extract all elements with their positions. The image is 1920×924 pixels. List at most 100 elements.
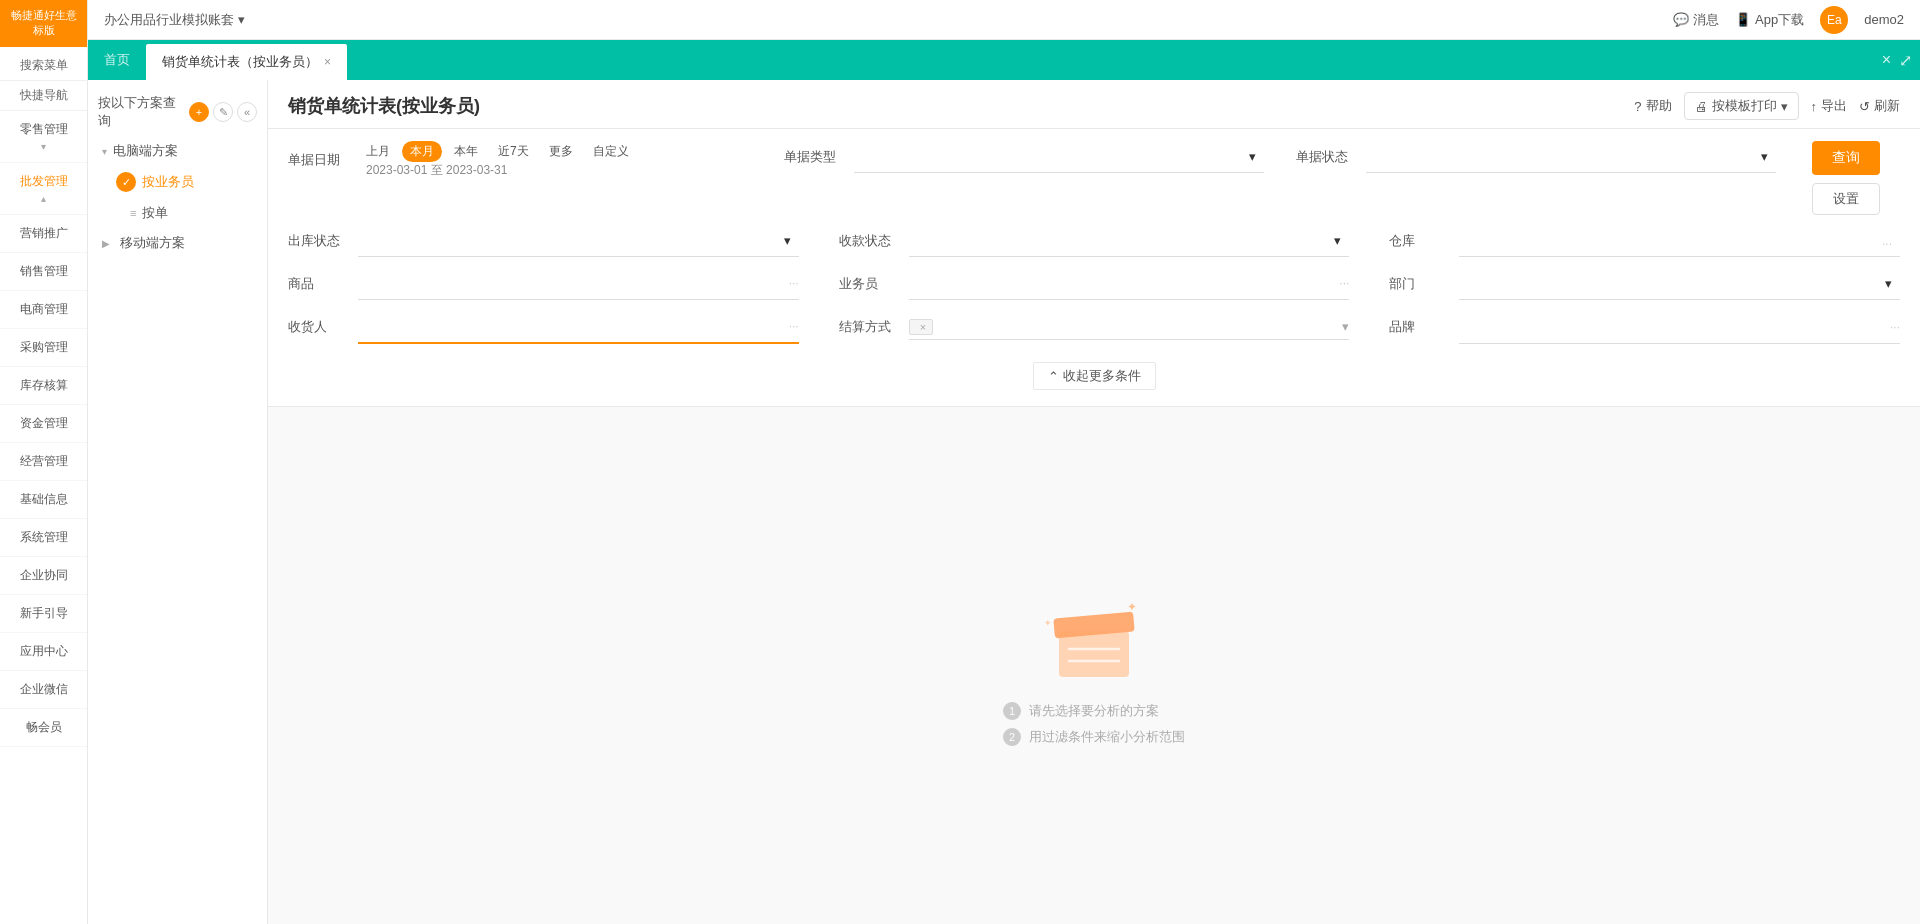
sidebar-item-member[interactable]: 畅会员 xyxy=(0,709,87,747)
brand-input[interactable] xyxy=(1459,311,1888,343)
date-tab-thisyear[interactable]: 本年 xyxy=(446,141,486,162)
app-download-btn[interactable]: 📱 App下载 xyxy=(1735,11,1804,29)
empty-illustration: ✦ ✦ xyxy=(1034,586,1154,686)
date-tab-more[interactable]: 更多 xyxy=(541,141,581,162)
tabbar: 首页 销货单统计表（按业务员） × × ⤢ xyxy=(88,40,1920,80)
recvstatus-chevron-icon: ▾ xyxy=(1334,233,1341,248)
account-dropdown[interactable]: 办公用品行业模拟账套 ▾ xyxy=(104,11,245,29)
step-2-number: 2 xyxy=(1003,728,1021,746)
sidebar-item-wechat-label: 企业微信 xyxy=(20,681,68,698)
message-btn[interactable]: 💬 消息 xyxy=(1673,11,1719,29)
sidebar-item-ecommerce[interactable]: 电商管理 xyxy=(0,291,87,329)
svg-text:✦: ✦ xyxy=(1044,618,1052,628)
svg-rect-0 xyxy=(1059,631,1129,677)
sidebar-item-sales[interactable]: 销售管理 xyxy=(0,253,87,291)
sidebar-item-wholesale[interactable]: 批发管理 ▴ xyxy=(0,163,87,215)
sidebar-logo[interactable]: 畅捷通好生意 标版 xyxy=(0,0,87,47)
sidebar-item-finance-label: 资金管理 xyxy=(20,415,68,432)
page-header-actions: ? 帮助 🖨 按模板打印 ▾ ↑ 导出 ↺ 刷新 xyxy=(1634,92,1900,120)
settlement-tag[interactable]: × xyxy=(909,319,933,335)
tab-close-icon[interactable]: × xyxy=(324,55,331,69)
edit-scheme-btn[interactable]: ✎ xyxy=(213,102,233,122)
date-tab-custom[interactable]: 自定义 xyxy=(585,141,637,162)
dept-label: 部门 xyxy=(1389,275,1459,293)
add-scheme-btn[interactable]: + xyxy=(189,102,209,122)
tree-desktop-label: 电脑端方案 xyxy=(113,142,178,160)
tree-mobile-section: ▶ 移动端方案 xyxy=(88,228,267,258)
tab-home-label: 首页 xyxy=(104,51,130,69)
recvstatus-select[interactable]: ▾ xyxy=(909,225,1350,257)
query-button[interactable]: 查询 xyxy=(1812,141,1880,175)
sidebar-search-label: 搜索菜单 xyxy=(20,58,68,72)
tab-close-all-icon[interactable]: × xyxy=(1882,51,1891,69)
settings-button[interactable]: 设置 xyxy=(1812,183,1880,215)
user-name[interactable]: demo2 xyxy=(1864,12,1904,27)
date-tab-thismonth[interactable]: 本月 xyxy=(402,141,442,162)
sidebar-item-basic[interactable]: 基础信息 xyxy=(0,481,87,519)
sidebar-item-finance[interactable]: 资金管理 xyxy=(0,405,87,443)
sidebar-item-system[interactable]: 系统管理 xyxy=(0,519,87,557)
collapse-filter-btn[interactable]: ⌃ 收起更多条件 xyxy=(1033,362,1156,390)
sidebar-item-retail[interactable]: 零售管理 ▾ xyxy=(0,111,87,163)
avatar-text: Ea xyxy=(1827,13,1842,27)
collapse-panel-btn[interactable]: « xyxy=(237,102,257,122)
print-btn[interactable]: 🖨 按模板打印 ▾ xyxy=(1684,92,1799,120)
goods-more-icon[interactable]: ··· xyxy=(789,276,799,290)
refresh-btn[interactable]: ↺ 刷新 xyxy=(1859,97,1900,115)
sidebar-item-wechat[interactable]: 企业微信 xyxy=(0,671,87,709)
print-arrow-icon: ▾ xyxy=(1781,99,1788,114)
receiver-more-icon[interactable]: ··· xyxy=(789,319,799,333)
tab-home[interactable]: 首页 xyxy=(88,40,146,80)
help-btn[interactable]: ? 帮助 xyxy=(1634,97,1671,115)
left-panel-header: 按以下方案查询 + ✎ « xyxy=(88,88,267,136)
sidebar-quicknav[interactable]: 快捷导航 xyxy=(0,81,87,111)
goods-input[interactable] xyxy=(358,267,787,299)
tree-item-by-salesperson[interactable]: ✓ 按业务员 xyxy=(88,166,267,198)
sidebar-item-enterprise[interactable]: 企业协同 xyxy=(0,557,87,595)
sidebar-item-retail-label: 零售管理 xyxy=(20,121,68,138)
outstatus-select[interactable]: ▾ xyxy=(358,225,799,257)
tree-mobile-label: 移动端方案 xyxy=(120,234,185,252)
type-label: 单据类型 xyxy=(784,148,854,166)
export-label: 导出 xyxy=(1821,97,1847,115)
sidebar-item-appcenter[interactable]: 应用中心 xyxy=(0,633,87,671)
sidebar-item-operation[interactable]: 经营管理 xyxy=(0,443,87,481)
refresh-icon: ↺ xyxy=(1859,99,1870,114)
date-tab-7days[interactable]: 近7天 xyxy=(490,141,537,162)
settlement-label: 结算方式 xyxy=(839,318,909,336)
sidebar-item-inventory[interactable]: 库存核算 xyxy=(0,367,87,405)
sidebar-item-marketing[interactable]: 营销推广 xyxy=(0,215,87,253)
warehouse-select[interactable]: ... xyxy=(1459,225,1900,257)
tab-sales-stats[interactable]: 销货单统计表（按业务员） × xyxy=(146,44,347,80)
receiver-input[interactable] xyxy=(358,310,787,342)
staff-more-icon[interactable]: ··· xyxy=(1339,276,1349,290)
sidebar-item-newguide[interactable]: 新手引导 xyxy=(0,595,87,633)
sidebar-search[interactable]: 搜索菜单 xyxy=(0,47,87,81)
status-select[interactable]: ▾ xyxy=(1366,141,1776,173)
tree-item-by-order[interactable]: ≡ 按单 xyxy=(88,198,267,228)
refresh-label: 刷新 xyxy=(1874,97,1900,115)
date-label: 单据日期 xyxy=(288,151,358,169)
brand-more-icon[interactable]: ··· xyxy=(1890,320,1900,334)
status-chevron-icon: ▾ xyxy=(1761,149,1768,164)
staff-input[interactable] xyxy=(909,267,1338,299)
export-btn[interactable]: ↑ 导出 xyxy=(1811,97,1848,115)
warehouse-more-icon[interactable]: ... xyxy=(1882,234,1892,248)
date-tab-lastmonth[interactable]: 上月 xyxy=(358,141,398,162)
content-area: 按以下方案查询 + ✎ « ▾ 电脑端方案 ✓ 按业务员 ≡ 按单 ▶ xyxy=(88,80,1920,924)
tab-expand-icon[interactable]: ⤢ xyxy=(1899,51,1912,70)
left-panel-header-label: 按以下方案查询 xyxy=(98,94,185,130)
type-select[interactable]: ▾ xyxy=(854,141,1264,173)
step-2-text: 用过滤条件来缩小分析范围 xyxy=(1029,728,1185,746)
avatar[interactable]: Ea xyxy=(1820,6,1848,34)
settlement-tag-close-icon[interactable]: × xyxy=(920,321,926,333)
sidebar-item-enterprise-label: 企业协同 xyxy=(20,567,68,584)
sidebar-item-purchase[interactable]: 采购管理 xyxy=(0,329,87,367)
empty-step-1: 1 请先选择要分析的方案 xyxy=(1003,702,1185,720)
outstatus-chevron-icon: ▾ xyxy=(784,233,791,248)
outstatus-label: 出库状态 xyxy=(288,232,358,250)
filter-settlement-field: 结算方式 × ▾ xyxy=(839,315,1350,340)
sidebar-item-marketing-label: 营销推广 xyxy=(20,225,68,242)
dept-select[interactable]: ▾ xyxy=(1459,268,1900,300)
empty-steps: 1 请先选择要分析的方案 2 用过滤条件来缩小分析范围 xyxy=(1003,702,1185,746)
